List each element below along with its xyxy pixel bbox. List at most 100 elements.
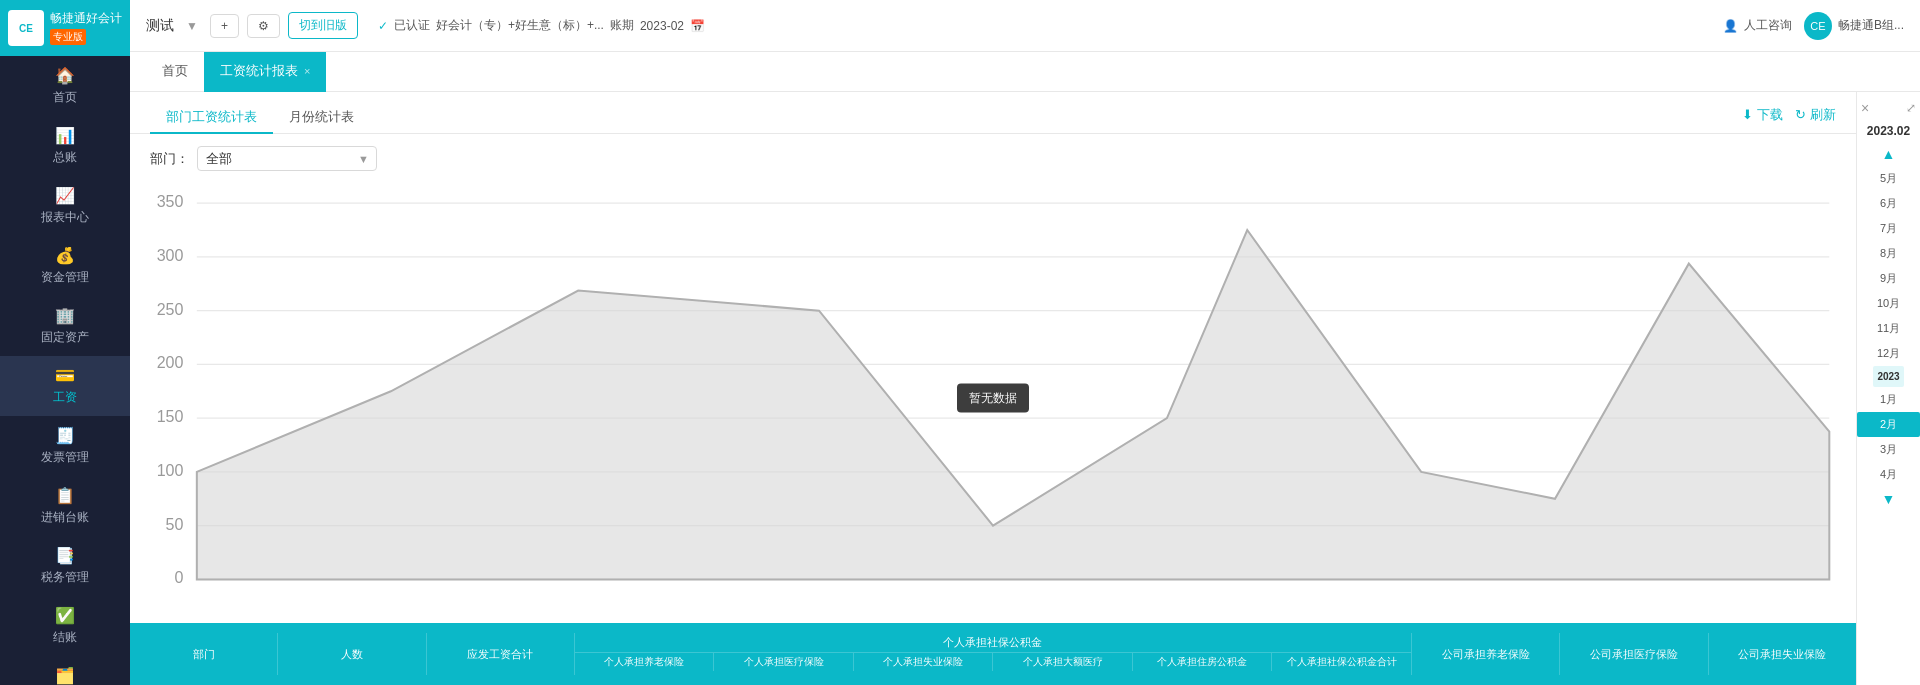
sub-tab-monthly[interactable]: 月份统计表 [273, 102, 370, 134]
certified-check-icon: ✓ [378, 19, 388, 33]
content-main: 部门工资统计表 月份统计表 ⬇ 下载 ↻ 刷新 [130, 92, 1856, 685]
month-list-prev: 5月6月7月8月9月10月11月12月 [1857, 166, 1920, 366]
month-item-2023-0[interactable]: 1月 [1857, 387, 1920, 412]
sidebar-item-reports[interactable]: 📈 报表中心 [0, 176, 130, 236]
period-value: 2023-02 [640, 19, 684, 33]
salary-icon: 💳 [55, 366, 75, 385]
chart-area-path [197, 230, 1829, 579]
sidebar-item-invoice[interactable]: 🧾 发票管理 [0, 416, 130, 476]
side-panel-expand-icon[interactable]: ⤢ [1906, 101, 1916, 115]
main-content: 测试 ▼ + ⚙ 切到旧版 ✓ 已认证 好会计（专）+好生意（标）+... 账期… [130, 0, 1920, 685]
dept-select[interactable]: 全部 财务部 人事部 销售部 技术部 [197, 146, 377, 171]
svg-text:50: 50 [166, 515, 184, 533]
sidebar-label-assets: 固定资产 [41, 329, 89, 346]
settle-icon: ✅ [55, 606, 75, 625]
month-item-prev-5[interactable]: 10月 [1857, 291, 1920, 316]
month-item-prev-4[interactable]: 9月 [1857, 266, 1920, 291]
calendar-icon[interactable]: 📅 [690, 19, 705, 33]
sidebar-item-funds[interactable]: 💰 资金管理 [0, 236, 130, 296]
tabs-bar: 首页 工资统计报表 × [130, 52, 1920, 92]
th-total-salary: 应发工资合计 [427, 633, 575, 675]
user-name: 畅捷通B组... [1838, 17, 1904, 34]
chart-area: 350 300 250 200 150 100 50 0 [130, 183, 1856, 623]
svg-text:100: 100 [157, 461, 184, 479]
support-link[interactable]: 👤 人工咨询 [1723, 17, 1792, 34]
sidebar-item-assets[interactable]: 🏢 固定资产 [0, 296, 130, 356]
month-item-prev-2[interactable]: 7月 [1857, 216, 1920, 241]
svg-text:0: 0 [175, 568, 184, 586]
plus-button[interactable]: + [210, 14, 239, 38]
month-item-prev-6[interactable]: 11月 [1857, 316, 1920, 341]
sidebar: CE 畅捷通好会计 专业版 🏠首页📊总账 📈 报表中心 💰 资金管理 🏢 固定资产 💳工资 🧾 发… [0, 0, 130, 685]
user-info[interactable]: CE 畅捷通B组... [1804, 12, 1904, 40]
switch-version-button[interactable]: 切到旧版 [288, 12, 358, 39]
sidebar-item-home[interactable]: 🏠首页 [0, 56, 130, 116]
month-item-prev-0[interactable]: 5月 [1857, 166, 1920, 191]
assets-icon: 🏢 [55, 306, 75, 325]
download-icon: ⬇ [1742, 107, 1753, 122]
th-personal-housing-fund: 个人承担住房公积金 [1133, 653, 1273, 671]
month-item-2023-1[interactable]: 2月 [1857, 412, 1920, 437]
svg-text:350: 350 [157, 192, 184, 210]
refresh-button[interactable]: ↻ 刷新 [1795, 106, 1836, 124]
side-panel-up-arrow[interactable]: ▲ [1857, 142, 1920, 166]
download-button[interactable]: ⬇ 下载 [1742, 106, 1783, 124]
th-group-cols: 个人承担养老保险 个人承担医疗保险 个人承担失业保险 个人承担大额医疗 个人承担… [575, 653, 1411, 671]
sidebar-label-invoice: 发票管理 [41, 449, 89, 466]
sidebar-item-settle[interactable]: ✅ 结账 [0, 596, 130, 656]
svg-text:150: 150 [157, 407, 184, 425]
toolbar-left: 部门： 全部 财务部 人事部 销售部 技术部 ▼ [150, 146, 377, 171]
sidebar-label-tax: 税务管理 [41, 569, 89, 586]
sidebar-label-ledger: 总账 [53, 149, 77, 166]
tab-home[interactable]: 首页 [146, 52, 204, 92]
th-personal-major-medical: 个人承担大额医疗 [993, 653, 1133, 671]
sidebar-item-sales[interactable]: 📋 进销台账 [0, 476, 130, 536]
home-icon: 🏠 [55, 66, 75, 85]
sidebar-label-sales: 进销台账 [41, 509, 89, 526]
funds-icon: 💰 [55, 246, 75, 265]
th-company-pension: 公司承担养老保险 [1412, 633, 1560, 675]
sidebar-item-archive[interactable]: 🗂️归档管理 [0, 656, 130, 685]
reports-icon: 📈 [55, 186, 75, 205]
month-item-prev-1[interactable]: 6月 [1857, 191, 1920, 216]
month-item-2023-2[interactable]: 3月 [1857, 437, 1920, 462]
refresh-icon: ↻ [1795, 107, 1806, 122]
side-panel-header: × ⤢ [1857, 100, 1920, 116]
chart-svg: 350 300 250 200 150 100 50 0 [150, 183, 1836, 613]
svg-text:300: 300 [157, 246, 184, 264]
th-personal-unemployment: 个人承担失业保险 [854, 653, 994, 671]
chart-svg-container: 350 300 250 200 150 100 50 0 [150, 183, 1836, 613]
th-dept: 部门 [130, 633, 278, 675]
support-icon: 👤 [1723, 19, 1738, 33]
month-item-prev-3[interactable]: 8月 [1857, 241, 1920, 266]
archive-icon: 🗂️ [55, 666, 75, 685]
th-headcount: 人数 [278, 633, 426, 675]
month-item-2023-3[interactable]: 4月 [1857, 462, 1920, 487]
side-panel-down-arrow[interactable]: ▼ [1857, 487, 1920, 511]
th-personal-total: 个人承担社保公积金合计 [1272, 653, 1411, 671]
tab-close-icon[interactable]: × [304, 65, 310, 77]
svg-text:250: 250 [157, 300, 184, 318]
sales-icon: 📋 [55, 486, 75, 505]
period-label: 账期 [610, 17, 634, 34]
side-panel-close-icon[interactable]: × [1861, 100, 1869, 116]
content-area: 部门工资统计表 月份统计表 ⬇ 下载 ↻ 刷新 [130, 92, 1920, 685]
sidebar-label-funds: 资金管理 [41, 269, 89, 286]
tab-salary-report[interactable]: 工资统计报表 × [204, 52, 326, 92]
avatar: CE [1804, 12, 1832, 40]
dept-select-wrapper: 全部 财务部 人事部 销售部 技术部 ▼ [197, 146, 377, 171]
month-item-prev-7[interactable]: 12月 [1857, 341, 1920, 366]
sidebar-item-tax[interactable]: 📑税务管理 [0, 536, 130, 596]
sidebar-item-ledger[interactable]: 📊总账 [0, 116, 130, 176]
sidebar-nav: 🏠首页📊总账📈报表中心💰资金管理🏢固定资产💳工资🧾发票管理📋进销台账📑税务管理✅… [0, 56, 130, 685]
sidebar-label-reports: 报表中心 [41, 209, 89, 226]
app-logo: CE 畅捷通好会计 专业版 [0, 0, 130, 56]
th-personal-pension: 个人承担养老保险 [575, 653, 715, 671]
invoice-icon: 🧾 [55, 426, 75, 445]
toolbar-row: 部门： 全部 财务部 人事部 销售部 技术部 ▼ [130, 134, 1856, 183]
logo-badge: 专业版 [50, 29, 86, 45]
sidebar-label-settle: 结账 [53, 629, 77, 646]
sidebar-item-salary[interactable]: 💳工资 [0, 356, 130, 416]
settings-button[interactable]: ⚙ [247, 14, 280, 38]
sub-tab-dept[interactable]: 部门工资统计表 [150, 102, 273, 134]
